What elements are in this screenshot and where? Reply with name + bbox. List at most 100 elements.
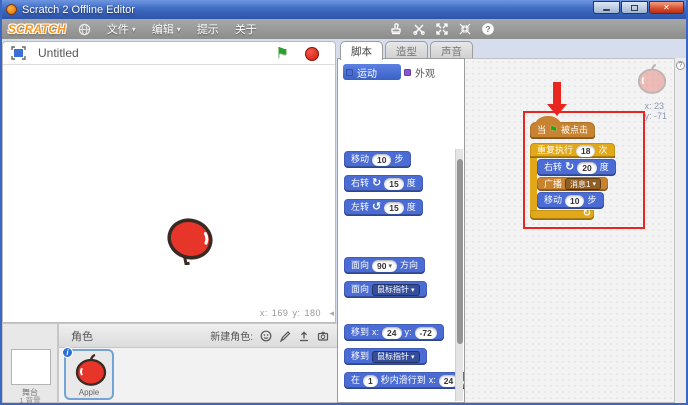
fullscreen-toggle-icon[interactable] (11, 46, 26, 60)
palette-scrollbar-thumb[interactable] (457, 159, 463, 344)
number-input[interactable]: 10 (565, 195, 584, 207)
block-when-flag-clicked[interactable]: 当⚑被点击 (530, 122, 595, 139)
sprite-item-apple[interactable]: i Apple (64, 349, 114, 400)
sprite-list: i Apple (58, 348, 338, 403)
stage-edge-arrow-icon[interactable]: ◂ (329, 308, 334, 319)
number-input[interactable]: 24 (382, 327, 401, 339)
block-goto-xy[interactable]: 移到x:24y:-72 (344, 324, 444, 341)
maximize-button[interactable] (621, 1, 648, 14)
dropdown-input[interactable]: 消息1▾ (565, 178, 601, 190)
block-text: 左转 (351, 203, 369, 212)
palette-scrollbar[interactable] (455, 149, 463, 401)
loop-arrow-icon: ↻ (583, 208, 591, 219)
number-input[interactable]: 10 (372, 154, 391, 166)
app-window: Scratch 2 Offline Editor ✕ SCRATCH 文件▾编辑… (0, 0, 688, 405)
number-input[interactable]: -72 (415, 327, 437, 339)
upload-file-icon[interactable] (298, 330, 310, 342)
number-input[interactable]: 15 (384, 178, 403, 190)
rotate-cw-icon: ↻ (372, 178, 381, 189)
paint-brush-icon[interactable] (279, 330, 291, 342)
script-stack: 当⚑被点击重复执行18次右转↻20度广播消息1▾移动10步↻ (530, 120, 675, 220)
delete-scissors-icon[interactable] (412, 22, 426, 36)
green-flag-icon[interactable]: ⚑ (276, 44, 289, 62)
language-globe-icon[interactable] (78, 23, 91, 36)
block-text: x: (372, 328, 379, 337)
title-bar: Scratch 2 Offline Editor ✕ (2, 0, 686, 19)
menu-item-关于[interactable]: 关于 (227, 19, 265, 39)
block-move-steps[interactable]: 移动10步 (344, 151, 411, 168)
stop-icon[interactable] (305, 47, 319, 61)
block-text: 右转 (351, 179, 369, 188)
stage-canvas[interactable]: x:169 y:180 ◂ (3, 65, 335, 322)
category-color-swatch (346, 69, 353, 76)
apple-sprite-on-stage[interactable] (163, 215, 217, 265)
block-text: 秒内滑行到 (381, 376, 426, 385)
block-turn-ccw[interactable]: 左转↺15度 (344, 199, 423, 216)
project-name[interactable]: Untitled (38, 46, 79, 60)
dropdown-arrow-icon: ▾ (411, 353, 415, 361)
tab-造型[interactable]: 造型 (385, 41, 428, 59)
repeat-block-foot[interactable]: ↻ (530, 210, 594, 220)
sprite-info-icon[interactable]: i (62, 347, 73, 358)
number-input[interactable]: 1 (363, 375, 378, 387)
menu-bar: SCRATCH 文件▾编辑▾提示关于 ? (2, 19, 686, 39)
block-broadcast-message[interactable]: 广播消息1▾ (537, 177, 608, 191)
annotation-arrow-head (547, 104, 567, 116)
block-glide-to-xy[interactable]: 在1秒内滑行到x:24y:-72 (344, 372, 465, 389)
tab-声音[interactable]: 声音 (430, 41, 473, 59)
block-turn-cw[interactable]: 右转↻15度 (344, 175, 423, 192)
menu-item-编辑[interactable]: 编辑▾ (144, 19, 189, 39)
window-controls: ✕ (593, 1, 684, 14)
menu-item-提示[interactable]: 提示 (189, 19, 227, 39)
block-text: 度 (407, 203, 416, 212)
help-icon[interactable]: ? (676, 61, 685, 70)
block-text: x: (429, 376, 436, 385)
category-声音[interactable]: 声音 (461, 64, 465, 80)
stage-header: Untitled ⚑ (3, 42, 335, 65)
grow-sprite-icon[interactable] (435, 22, 449, 36)
block-text: 方向 (400, 261, 418, 270)
block-repeat[interactable]: 重复执行18次 (530, 143, 615, 158)
block-point-direction[interactable]: 面向90▾方向 (344, 257, 425, 274)
camera-icon[interactable] (317, 330, 329, 342)
tab-脚本[interactable]: 脚本 (340, 41, 383, 60)
dropdown-input[interactable]: 鼠标指针▾ (372, 284, 420, 296)
category-外观[interactable]: 外观 (401, 64, 461, 80)
stage-backdrop-count: 1 背景 (3, 395, 57, 405)
number-dropdown-input[interactable]: 90▾ (372, 260, 397, 272)
block-text: 重复执行 (537, 146, 573, 155)
block-help-icon[interactable]: ? (481, 22, 495, 36)
window-title: Scratch 2 Offline Editor (22, 4, 135, 16)
block-palette: 运动外观声音画笔数据事件控制侦测运算更多积木 移动10步右转↻15度左转↺15度… (337, 58, 465, 403)
shrink-sprite-icon[interactable] (458, 22, 472, 36)
rotate-cw-icon: ↻ (565, 162, 574, 173)
new-sprite-label: 新建角色: (210, 328, 253, 343)
number-input[interactable]: 20 (577, 162, 596, 174)
block-turn-cw-20[interactable]: 右转↻20度 (537, 159, 616, 176)
block-text: 次 (598, 146, 607, 155)
editor-tabs: 脚本造型声音 (340, 41, 473, 59)
block-point-towards[interactable]: 面向鼠标指针▾ (344, 281, 427, 298)
block-text: 面向 (351, 261, 369, 270)
category-运动[interactable]: 运动 (343, 64, 401, 80)
block-move-10-steps[interactable]: 移动10步 (537, 192, 604, 209)
stage-thumbnail[interactable] (11, 349, 51, 385)
dropdown-input[interactable]: 鼠标指针▾ (372, 351, 420, 363)
script-area[interactable]: x: 23 y: -71 当⚑被点击重复执行18次右转↻20度广播消息1▾移动1… (464, 58, 676, 403)
close-button[interactable]: ✕ (649, 1, 684, 14)
number-input[interactable]: 18 (576, 145, 595, 157)
block-goto-mouse[interactable]: 移到鼠标指针▾ (344, 348, 427, 365)
caret-down-icon: ▾ (132, 25, 136, 34)
block-text: 广播 (544, 180, 562, 189)
sprite-library-icon[interactable] (260, 330, 272, 342)
annotation-arrow (553, 82, 561, 104)
menu-item-文件[interactable]: 文件▾ (99, 19, 144, 39)
dropdown-arrow-icon[interactable]: ▾ (388, 262, 392, 270)
number-input[interactable]: 15 (384, 202, 403, 214)
green-flag-icon: ⚑ (549, 126, 558, 136)
duplicate-stamp-icon[interactable] (389, 22, 403, 36)
block-text: 度 (600, 163, 609, 172)
tips-panel-flap[interactable]: ? (674, 58, 686, 403)
apple-sprite-thumbnail (73, 354, 109, 388)
minimize-button[interactable] (593, 1, 620, 14)
